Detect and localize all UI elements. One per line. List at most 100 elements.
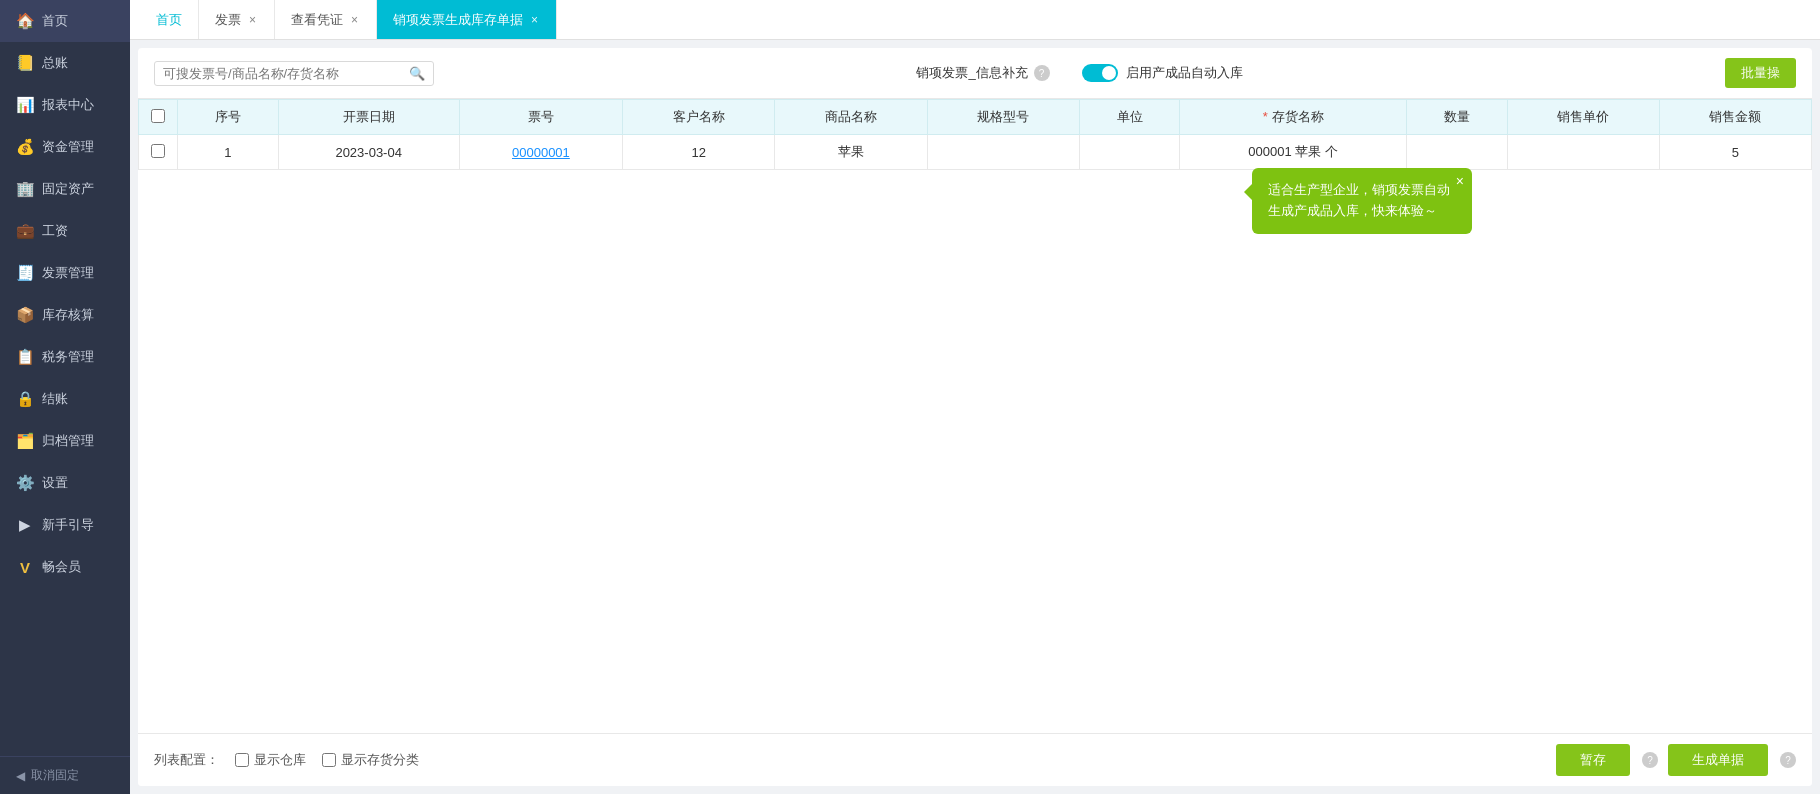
tab-home-label: 首页 [156, 11, 182, 29]
search-icon[interactable]: 🔍 [409, 66, 425, 81]
sidebar-item-ledger[interactable]: 📒 总账 [0, 42, 130, 84]
col-date: 开票日期 [278, 100, 459, 135]
tab-voucher-close[interactable]: × [349, 13, 360, 27]
sidebar-label-inventory: 库存核算 [42, 306, 94, 324]
sidebar-item-home[interactable]: 🏠 首页 [0, 0, 130, 42]
row-price [1507, 135, 1659, 170]
batch-button[interactable]: 批量操 [1725, 58, 1796, 88]
row-date: 2023-03-04 [278, 135, 459, 170]
settings-icon: ⚙️ [16, 474, 34, 492]
tab-sales-inventory-close[interactable]: × [529, 13, 540, 27]
sidebar-item-guide[interactable]: ▶ 新手引导 [0, 504, 130, 546]
col-unit: 单位 [1079, 100, 1180, 135]
sidebar-label-funds: 资金管理 [42, 138, 94, 156]
sidebar-item-close[interactable]: 🔒 结账 [0, 378, 130, 420]
sidebar-bottom-label: 取消固定 [31, 767, 79, 784]
sidebar-item-tax[interactable]: 📋 税务管理 [0, 336, 130, 378]
col-spec: 规格型号 [927, 100, 1079, 135]
tooltip-bubble: × 适合生产型企业，销项发票自动生成产成品入库，快来体验～ [1252, 168, 1472, 234]
close-account-icon: 🔒 [16, 390, 34, 408]
tab-invoice[interactable]: 发票 × [199, 0, 275, 39]
sidebar-item-invoice[interactable]: 🧾 发票管理 [0, 252, 130, 294]
list-config-label: 列表配置： [154, 751, 219, 769]
auto-stock-toggle[interactable] [1082, 64, 1118, 82]
guide-icon: ▶ [16, 516, 34, 534]
select-all-checkbox[interactable] [151, 109, 165, 123]
inventory-icon: 📦 [16, 306, 34, 324]
row-amount: 5 [1659, 135, 1811, 170]
tax-icon: 📋 [16, 348, 34, 366]
vip-icon: V [16, 559, 34, 576]
ledger-icon: 📒 [16, 54, 34, 72]
sidebar-pin-toggle[interactable]: ◀ 取消固定 [0, 756, 130, 794]
tab-invoice-label: 发票 [215, 11, 241, 29]
tab-voucher-label: 查看凭证 [291, 11, 343, 29]
table-wrap: 序号 开票日期 票号 客户名称 商品名称 规格型号 单位 存货名称 数量 销售单… [138, 99, 1812, 733]
row-seq: 1 [178, 135, 279, 170]
show-stock-category-option[interactable]: 显示存货分类 [322, 751, 419, 769]
sidebar-label-reports: 报表中心 [42, 96, 94, 114]
pin-icon: ◀ [16, 769, 25, 783]
row-number-link[interactable]: 00000001 [512, 145, 570, 160]
info-icon[interactable]: ? [1034, 65, 1050, 81]
sidebar-item-vip[interactable]: V 畅会员 [0, 546, 130, 588]
col-seq: 序号 [178, 100, 279, 135]
assets-icon: 🏢 [16, 180, 34, 198]
row-spec [927, 135, 1079, 170]
info-label-wrap: 销项发票_信息补充 ? [916, 64, 1049, 82]
sidebar-label-vip: 畅会员 [42, 558, 81, 576]
show-warehouse-label: 显示仓库 [254, 751, 306, 769]
col-product: 商品名称 [775, 100, 927, 135]
sidebar-label-invoice: 发票管理 [42, 264, 94, 282]
row-qty [1406, 135, 1507, 170]
show-warehouse-checkbox[interactable] [235, 753, 249, 767]
save-help-icon[interactable]: ? [1642, 752, 1658, 768]
sidebar-label-home: 首页 [42, 12, 68, 30]
col-qty: 数量 [1406, 100, 1507, 135]
data-table: 序号 开票日期 票号 客户名称 商品名称 规格型号 单位 存货名称 数量 销售单… [138, 99, 1812, 170]
search-wrap: 🔍 [154, 61, 434, 86]
sidebar-label-assets: 固定资产 [42, 180, 94, 198]
archive-icon: 🗂️ [16, 432, 34, 450]
tab-sales-inventory[interactable]: 销项发票生成库存单据 × [377, 0, 557, 39]
main-content: 首页 发票 × 查看凭证 × 销项发票生成库存单据 × 🔍 销项发票_信息补充 … [130, 0, 1820, 794]
show-stock-category-label: 显示存货分类 [341, 751, 419, 769]
invoice-icon: 🧾 [16, 264, 34, 282]
sidebar-item-reports[interactable]: 📊 报表中心 [0, 84, 130, 126]
show-stock-category-checkbox[interactable] [322, 753, 336, 767]
tooltip-close-button[interactable]: × [1456, 174, 1464, 188]
generate-button[interactable]: 生成单据 [1668, 744, 1768, 776]
bottom-bar: 列表配置： 显示仓库 显示存货分类 暂存 ? 生成单据 ? [138, 733, 1812, 786]
sidebar-item-inventory[interactable]: 📦 库存核算 [0, 294, 130, 336]
row-checkbox[interactable] [151, 144, 165, 158]
sidebar-label-tax: 税务管理 [42, 348, 94, 366]
tab-bar: 首页 发票 × 查看凭证 × 销项发票生成库存单据 × [130, 0, 1820, 40]
generate-help-icon[interactable]: ? [1780, 752, 1796, 768]
page-content: 🔍 销项发票_信息补充 ? 启用产成品自动入库 批量操 [138, 48, 1812, 786]
col-checkbox [139, 100, 178, 135]
toggle-wrap: 启用产成品自动入库 [1082, 64, 1243, 82]
search-input[interactable] [163, 66, 409, 81]
sidebar-item-assets[interactable]: 🏢 固定资产 [0, 168, 130, 210]
tab-invoice-close[interactable]: × [247, 13, 258, 27]
save-button[interactable]: 暂存 [1556, 744, 1630, 776]
sidebar-label-archive: 归档管理 [42, 432, 94, 450]
home-icon: 🏠 [16, 12, 34, 30]
sidebar-item-funds[interactable]: 💰 资金管理 [0, 126, 130, 168]
col-number: 票号 [459, 100, 623, 135]
sidebar-label-ledger: 总账 [42, 54, 68, 72]
tab-home[interactable]: 首页 [140, 0, 199, 39]
tab-voucher[interactable]: 查看凭证 × [275, 0, 377, 39]
table-row: 1 2023-03-04 00000001 12 苹果 000001 苹果 个 … [139, 135, 1812, 170]
row-checkbox-cell [139, 135, 178, 170]
salary-icon: 💼 [16, 222, 34, 240]
sidebar-label-guide: 新手引导 [42, 516, 94, 534]
col-price: 销售单价 [1507, 100, 1659, 135]
funds-icon: 💰 [16, 138, 34, 156]
sidebar-label-salary: 工资 [42, 222, 68, 240]
toolbar: 🔍 销项发票_信息补充 ? 启用产成品自动入库 批量操 [138, 48, 1812, 99]
sidebar-item-archive[interactable]: 🗂️ 归档管理 [0, 420, 130, 462]
show-warehouse-option[interactable]: 显示仓库 [235, 751, 306, 769]
sidebar-item-salary[interactable]: 💼 工资 [0, 210, 130, 252]
sidebar-item-settings[interactable]: ⚙️ 设置 [0, 462, 130, 504]
